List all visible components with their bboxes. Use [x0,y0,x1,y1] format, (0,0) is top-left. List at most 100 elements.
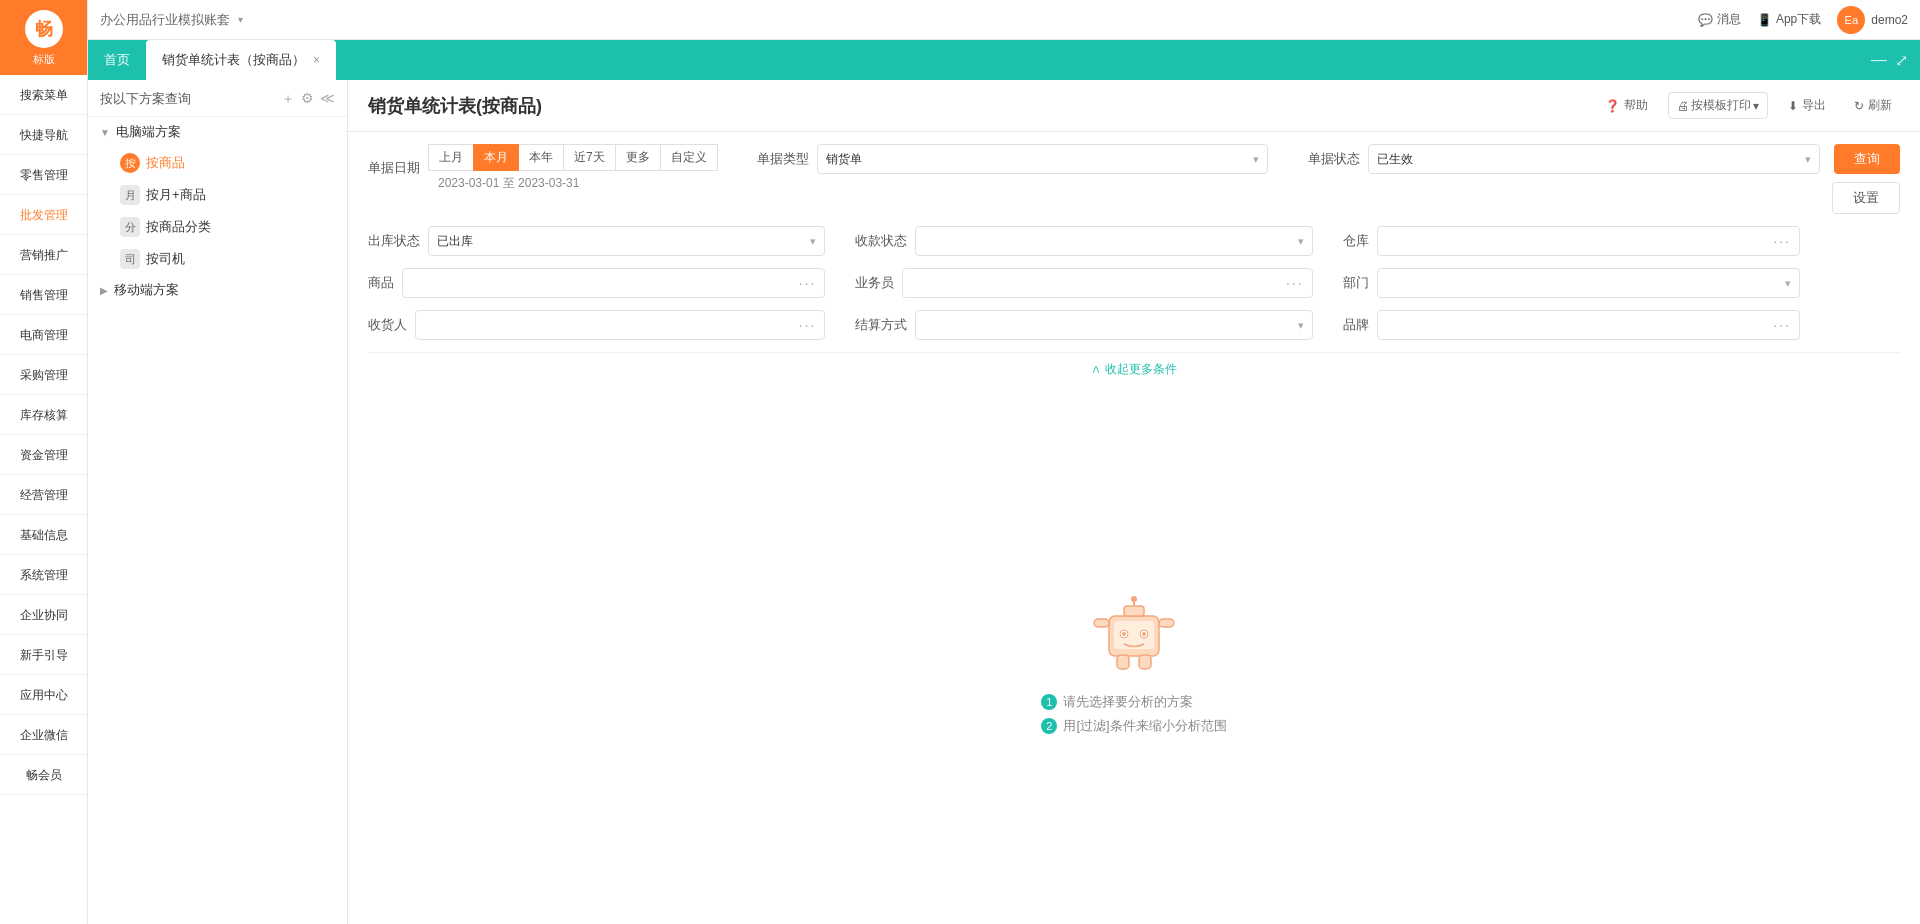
left-panel: 按以下方案查询 ＋ ⚙ ≪ ▼ 电脑端方案 按 按商品 月 按月+ [88,80,348,924]
filter-item-receiver: 收货人 ··· [368,310,825,340]
tree-arrow-mobile: ▶ [100,285,108,296]
sidebar-item-operations[interactable]: 经营管理 [0,475,87,515]
svg-point-8 [1131,596,1137,602]
tree-node-pc[interactable]: ▼ 电脑端方案 [88,117,347,147]
sidebar-item-quick-nav[interactable]: 快捷导航 [0,115,87,155]
svg-rect-10 [1159,619,1174,627]
sidebar-item-inventory[interactable]: 库存核算 [0,395,87,435]
tabs-bar: 首页 销货单统计表（按商品） × — ⤢ [88,40,1920,80]
tab-maximize-icon[interactable]: ⤢ [1895,51,1908,70]
settlement-select[interactable]: ▾ [915,310,1312,340]
left-panel-actions: ＋ ⚙ ≪ [281,90,335,108]
header-left: 办公用品行业模拟账套 ▾ [100,11,243,29]
date-btn-this-month[interactable]: 本月 [473,144,519,171]
brand-select[interactable]: ··· [1377,310,1800,340]
sidebar-item-ecommerce[interactable]: 电商管理 [0,315,87,355]
doc-status-arrow-icon: ▾ [1805,153,1811,166]
payment-status-label: 收款状态 [855,232,907,250]
sidebar-item-sales[interactable]: 销售管理 [0,275,87,315]
sidebar-item-retail[interactable]: 零售管理 [0,155,87,195]
doc-status-select[interactable]: 已生效 ▾ [1368,144,1820,174]
sidebar-item-wechat[interactable]: 企业微信 [0,715,87,755]
svg-rect-11 [1117,655,1129,669]
warehouse-select[interactable]: ··· [1377,226,1800,256]
help-btn[interactable]: ❓ 帮助 [1597,93,1656,118]
empty-state: 1 请先选择要分析的方案 2 用[过滤]条件来缩小分析范围 [1041,581,1226,741]
sidebar-item-marketing[interactable]: 营销推广 [0,235,87,275]
tab-sales-stat[interactable]: 销货单统计表（按商品） × [146,40,336,80]
tab-close-icon[interactable]: × [313,53,320,67]
date-btn-this-year[interactable]: 本年 [518,144,564,171]
tree-node-by-category[interactable]: 分 按商品分类 [112,211,347,243]
doc-type-select[interactable]: 销货单 ▾ [817,144,1269,174]
doc-status-label: 单据状态 [1308,150,1360,168]
payment-status-select[interactable]: ▾ [915,226,1312,256]
tree-node-by-month-product[interactable]: 月 按月+商品 [112,179,347,211]
scheme-icon-by-month: 月 [120,185,140,205]
sidebar-item-enterprise[interactable]: 企业协同 [0,595,87,635]
top-header: 办公用品行业模拟账套 ▾ 💬 消息 📱 App下载 Ea demo2 [88,0,1920,40]
breadcrumb: 办公用品行业模拟账套 [100,11,230,29]
app-download-btn[interactable]: 📱 App下载 [1757,11,1821,28]
filter-item-sales-rep: 业务员 ··· [855,268,1312,298]
tree-node-mobile[interactable]: ▶ 移动端方案 [88,275,347,305]
warehouse-label: 仓库 [1343,232,1369,250]
print-dropdown-btn[interactable]: 🖨 按模板打印 ▾ [1668,92,1768,119]
collapse-panel-icon[interactable]: ≪ [320,90,335,108]
sidebar-item-search-menu[interactable]: 搜索菜单 [0,75,87,115]
tree-label-pc: 电脑端方案 [116,123,181,141]
filter-item-date: 单据日期 上月 本月 本年 近7天 更多 自定义 2023-03-01 至 20… [368,144,717,192]
warehouse-status-select[interactable]: 已出库 ▾ [428,226,825,256]
product-select[interactable]: ··· [402,268,825,298]
logo-area[interactable]: 畅 标版 [0,0,87,75]
date-btn-7days[interactable]: 近7天 [563,144,616,171]
filter-item-warehouse: 仓库 ··· [1343,226,1800,256]
add-scheme-icon[interactable]: ＋ [281,90,295,108]
download-icon: 📱 [1757,13,1772,27]
sidebar-item-wholesale[interactable]: 批发管理 [0,195,87,235]
empty-tip-1: 1 请先选择要分析的方案 [1041,693,1226,711]
date-btn-last-month[interactable]: 上月 [428,144,474,171]
sidebar-item-purchase[interactable]: 采购管理 [0,355,87,395]
user-avatar-btn[interactable]: Ea demo2 [1837,6,1908,34]
department-label: 部门 [1343,274,1369,292]
product-label: 商品 [368,274,394,292]
sidebar-item-system[interactable]: 系统管理 [0,555,87,595]
svg-rect-9 [1094,619,1109,627]
refresh-btn[interactable]: ↻ 刷新 [1846,93,1900,118]
collapse-row[interactable]: ∧ 收起更多条件 [368,352,1900,386]
doc-type-arrow-icon: ▾ [1253,153,1259,166]
tab-minimize-icon[interactable]: — [1871,51,1887,69]
tree-node-by-driver[interactable]: 司 按司机 [112,243,347,275]
query-btns-col: 查询 设置 [1820,144,1900,214]
sidebar-item-finance[interactable]: 资金管理 [0,435,87,475]
doc-type-label: 单据类型 [757,150,809,168]
export-btn[interactable]: ⬇ 导出 [1780,93,1834,118]
message-btn[interactable]: 💬 消息 [1698,11,1741,28]
svg-rect-6 [1124,606,1144,616]
date-btn-more[interactable]: 更多 [615,144,661,171]
sidebar-item-guide[interactable]: 新手引导 [0,635,87,675]
empty-tips: 1 请先选择要分析的方案 2 用[过滤]条件来缩小分析范围 [1041,693,1226,741]
receiver-select[interactable]: ··· [415,310,825,340]
sales-rep-select[interactable]: ··· [902,268,1312,298]
date-selector: 上月 本月 本年 近7天 更多 自定义 [428,144,717,171]
department-select[interactable]: ▾ [1377,268,1800,298]
header-right: 💬 消息 📱 App下载 Ea demo2 [1698,6,1908,34]
tree-node-by-product[interactable]: 按 按商品 [112,147,347,179]
query-btn[interactable]: 查询 [1834,144,1900,174]
sidebar-item-member[interactable]: 畅会员 [0,755,87,795]
svg-point-5 [1142,632,1146,636]
tab-home[interactable]: 首页 [88,40,146,80]
page-title: 销货单统计表(按商品) [368,94,542,118]
date-btn-custom[interactable]: 自定义 [660,144,718,171]
filter-item-department: 部门 ▾ [1343,268,1800,298]
edit-scheme-icon[interactable]: ⚙ [301,90,314,108]
sidebar-item-basic[interactable]: 基础信息 [0,515,87,555]
settings-btn[interactable]: 设置 [1832,182,1900,214]
breadcrumb-dropdown-icon[interactable]: ▾ [238,14,243,25]
sidebar-item-apps[interactable]: 应用中心 [0,675,87,715]
page-title-bar: 销货单统计表(按商品) ❓ 帮助 🖨 按模板打印 ▾ ⬇ [348,80,1920,132]
left-panel-header: 按以下方案查询 ＋ ⚙ ≪ [88,80,347,117]
svg-rect-12 [1139,655,1151,669]
